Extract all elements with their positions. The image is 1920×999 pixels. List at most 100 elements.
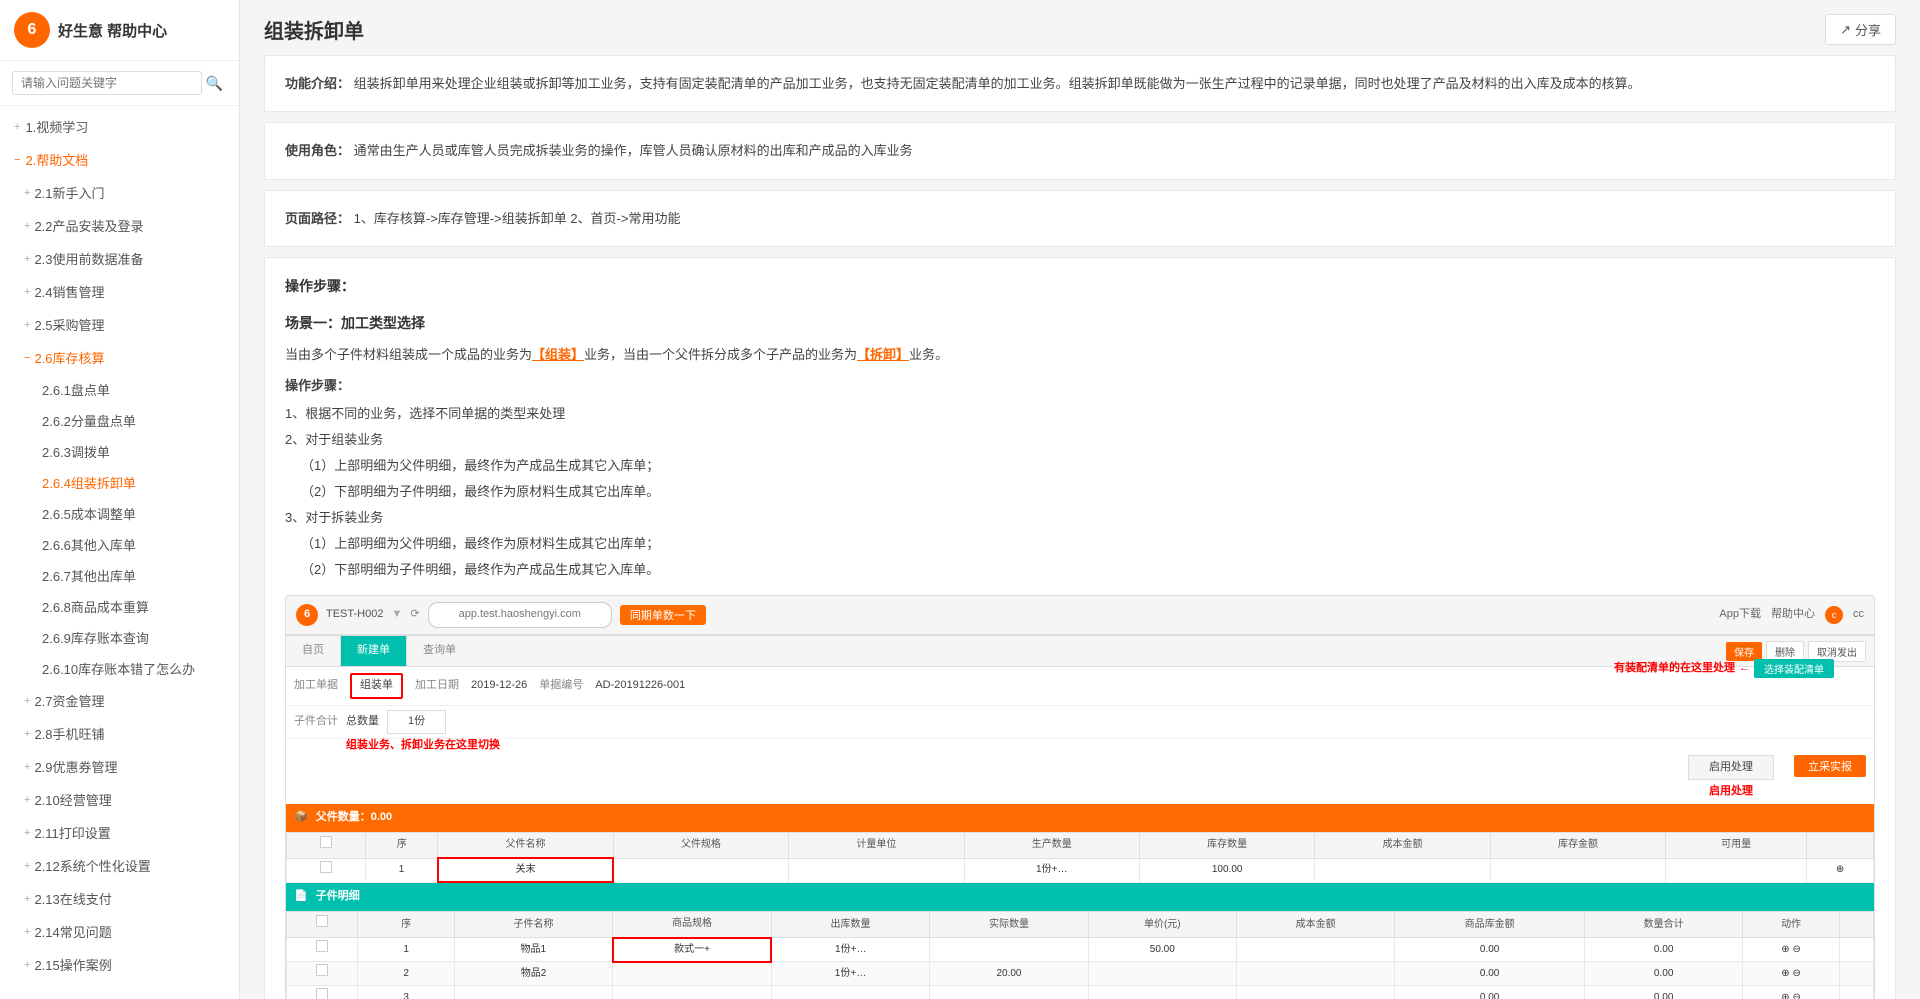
sidebar-subsection-s2_7[interactable]: +2.7资金管理 [0,684,239,717]
lower-td1-price: 50.00 [1088,938,1236,962]
sidebar-leaf-s2_6_9[interactable]: 2.6.9库存账本查询 [0,622,239,653]
upper-th-name: 父件名称 [438,832,613,858]
app-logo-icon: 6 [14,12,50,48]
lower-table-wrapper: 序 子件名称 商品规格 出库数量 实际数量 单价(元) 成本金额 商品库金额 数 [286,911,1874,999]
search-button[interactable]: 🔍 [202,73,227,94]
lower-td2-action: ⊕ ⊖ [1743,962,1839,986]
form-order-type-value: 组装单 [350,673,403,699]
lower-th-check [287,912,358,938]
sidebar-leaf-s2_6_4[interactable]: 2.6.4组装拆卸单 [0,467,239,498]
sidebar-leaf-s2_6_10[interactable]: 2.6.10库存账本错了怎么办 [0,653,239,684]
app-nav-home[interactable]: 自页 [286,636,341,666]
page-title: 组装拆卸单 [264,15,364,44]
search-area: 🔍 [0,61,239,106]
sidebar-subsection-s2_1[interactable]: +2.1新手入门 [0,176,239,209]
lower-td1-seq: 1 [358,938,454,962]
sidebar-subsection-s2_12[interactable]: +2.12系统个性化设置 [0,849,239,882]
lower-td1-qty-total: 0.00 [1584,938,1742,962]
plus-icon: + [24,959,30,971]
upper-td-stock-val [1490,858,1665,882]
sidebar-section-s1[interactable]: +1.视频学习 [0,110,239,143]
mock-sync-icon: ⟳ [410,605,419,625]
sidebar-leaf-s2_6_1[interactable]: 2.6.1盘点单 [0,374,239,405]
sidebar-leaf-s2_6_6[interactable]: 2.6.6其他入库单 [0,529,239,560]
mock-help: 帮助中心 [1771,605,1815,625]
upper-section-icon: 📦 [294,808,308,828]
step2: 2、对于组装业务 [285,427,1875,453]
sidebar-subsection-label: 2.11打印设置 [34,823,110,842]
step2-2: （2）下部明细为子件明细，最终作为原材料生成其它出库单。 [285,479,1875,505]
upper-td-name: 关末 [438,858,613,882]
lower-table-row-1: 1 物品1 款式一+ 1份+… 50.00 0.00 0.00 [287,938,1874,962]
plus-icon: + [24,253,30,265]
intro-label: 功能介绍： [285,76,350,91]
path-text: 1、库存核算->库存管理->组装拆卸单 2、首页->常用功能 [354,211,681,226]
sidebar-leaf-s2_6_7[interactable]: 2.6.7其他出库单 [0,560,239,591]
mock-new-btn[interactable]: 同期单数一下 [620,605,706,625]
sidebar-leaf-s2_6_8[interactable]: 2.6.8商品成本重算 [0,591,239,622]
ann3-widget: 启用处理 启用处理 [1688,755,1774,803]
sidebar-subsection-s2_14[interactable]: +2.14常见问题 [0,915,239,948]
lower-td1-cost [1236,938,1394,962]
plus-icon: + [24,926,30,938]
search-input[interactable] [12,71,202,95]
app-name: 好生意 帮助中心 [58,20,167,41]
lower-th-actual-qty: 实际数量 [930,912,1088,938]
lower-table-row-2: 2 物品2 1份+… 20.00 0.00 0.00 [287,962,1874,986]
plus-icon: + [24,319,30,331]
app-screen: 自页 新建单 查询单 保存 删除 取消发出 加工单据 组装单 [286,636,1874,999]
minus-icon: − [14,154,20,166]
annotation2-label: 组装业务、拆卸业务在这里切换 [346,736,500,756]
step3: 3、对于拆装业务 [285,505,1875,531]
app-save-btn[interactable]: 保存 [1726,642,1762,661]
sidebar-subsection-s2_11[interactable]: +2.11打印设置 [0,816,239,849]
sidebar-section-s2[interactable]: −2.帮助文档 [0,143,239,176]
share-button[interactable]: ↗ 分享 [1825,14,1896,45]
mock-toolbar-icons: App下载 帮助中心 c cc [1719,605,1864,625]
subtype-label: 子件合计 [294,712,338,732]
app-handle-btn[interactable]: 立采实报 [1794,755,1866,777]
plus-icon: + [24,893,30,905]
lower-td2-stock-val: 0.00 [1395,962,1585,986]
mock-titlebar: 6 TEST-H002 ▼ ⟳ app.test.haoshengyi.com … [286,596,1874,635]
lower-td1-stock-val: 0.00 [1395,938,1585,962]
mock-separator: ▼ [391,605,402,625]
app-nav-query[interactable]: 查询单 [407,636,472,666]
step1: 1、根据不同的业务，选择不同单据的类型来处理 [285,401,1875,427]
logo-area: 6 好生意 帮助中心 [0,0,239,61]
sidebar-subsection-s2_9[interactable]: +2.9优惠券管理 [0,750,239,783]
app-nav-new[interactable]: 新建单 [341,636,407,666]
sidebar-subsection-s2_5[interactable]: +2.5采购管理 [0,308,239,341]
form-header-row: 加工单据 组装单 加工日期 2019-12-26 单据编号 AD-2019122… [286,667,1874,706]
sidebar-subsection-label: 2.8手机旺铺 [34,724,104,743]
upper-th-check [287,832,366,858]
main-area: 组装拆卸单 ↗ 分享 功能介绍： 组装拆卸单用来处理企业组装或拆卸等加工业务，支… [240,0,1920,999]
plus-icon: + [24,761,30,773]
sidebar-subsection-s2_13[interactable]: +2.13在线支付 [0,882,239,915]
sidebar-subsection-s2_8[interactable]: +2.8手机旺铺 [0,717,239,750]
lower-td2-spec [613,962,771,986]
form-date-label: 加工日期 [415,676,459,696]
sidebar-subsection-s2_10[interactable]: +2.10经营管理 [0,783,239,816]
lower-td2-seq: 2 [358,962,454,986]
sidebar-subsection-s2_4[interactable]: +2.4销售管理 [0,275,239,308]
sidebar: 6 好生意 帮助中心 🔍 +1.视频学习−2.帮助文档+2.1新手入门+2.2产… [0,0,240,999]
sidebar-subsection-s2_3[interactable]: +2.3使用前数据准备 [0,242,239,275]
sidebar-subsection-s2_2[interactable]: +2.2产品安装及登录 [0,209,239,242]
path-label: 页面路径： [285,211,350,226]
lower-th-stock-val: 商品库金额 [1395,912,1585,938]
sidebar-leaf-s2_6_5[interactable]: 2.6.5成本调整单 [0,498,239,529]
lower-th-seq: 序 [358,912,454,938]
lower-th-qty-total: 数量合计 [1584,912,1742,938]
upper-th-action [1807,832,1874,858]
sidebar-leaf-s2_6_2[interactable]: 2.6.2分量盘点单 [0,405,239,436]
lower-td2-qty-total: 0.00 [1584,962,1742,986]
app-bom-btn[interactable]: 选择装配清单 [1754,659,1834,678]
lower-section-icon: 📄 [294,887,308,907]
sidebar-leaf-s2_6_3[interactable]: 2.6.3调拨单 [0,436,239,467]
steps-content: 1、根据不同的业务，选择不同单据的类型来处理 2、对于组装业务 （1）上部明细为… [285,401,1875,583]
intro-text: 组装拆卸单用来处理企业组装或拆卸等加工业务，支持有固定装配清单的产品加工业务，也… [354,76,1641,91]
sidebar-subsection-s2_15[interactable]: +2.15操作案例 [0,948,239,981]
sidebar-subsection-s2_6[interactable]: −2.6库存核算 [0,341,239,374]
plus-icon: + [24,286,30,298]
